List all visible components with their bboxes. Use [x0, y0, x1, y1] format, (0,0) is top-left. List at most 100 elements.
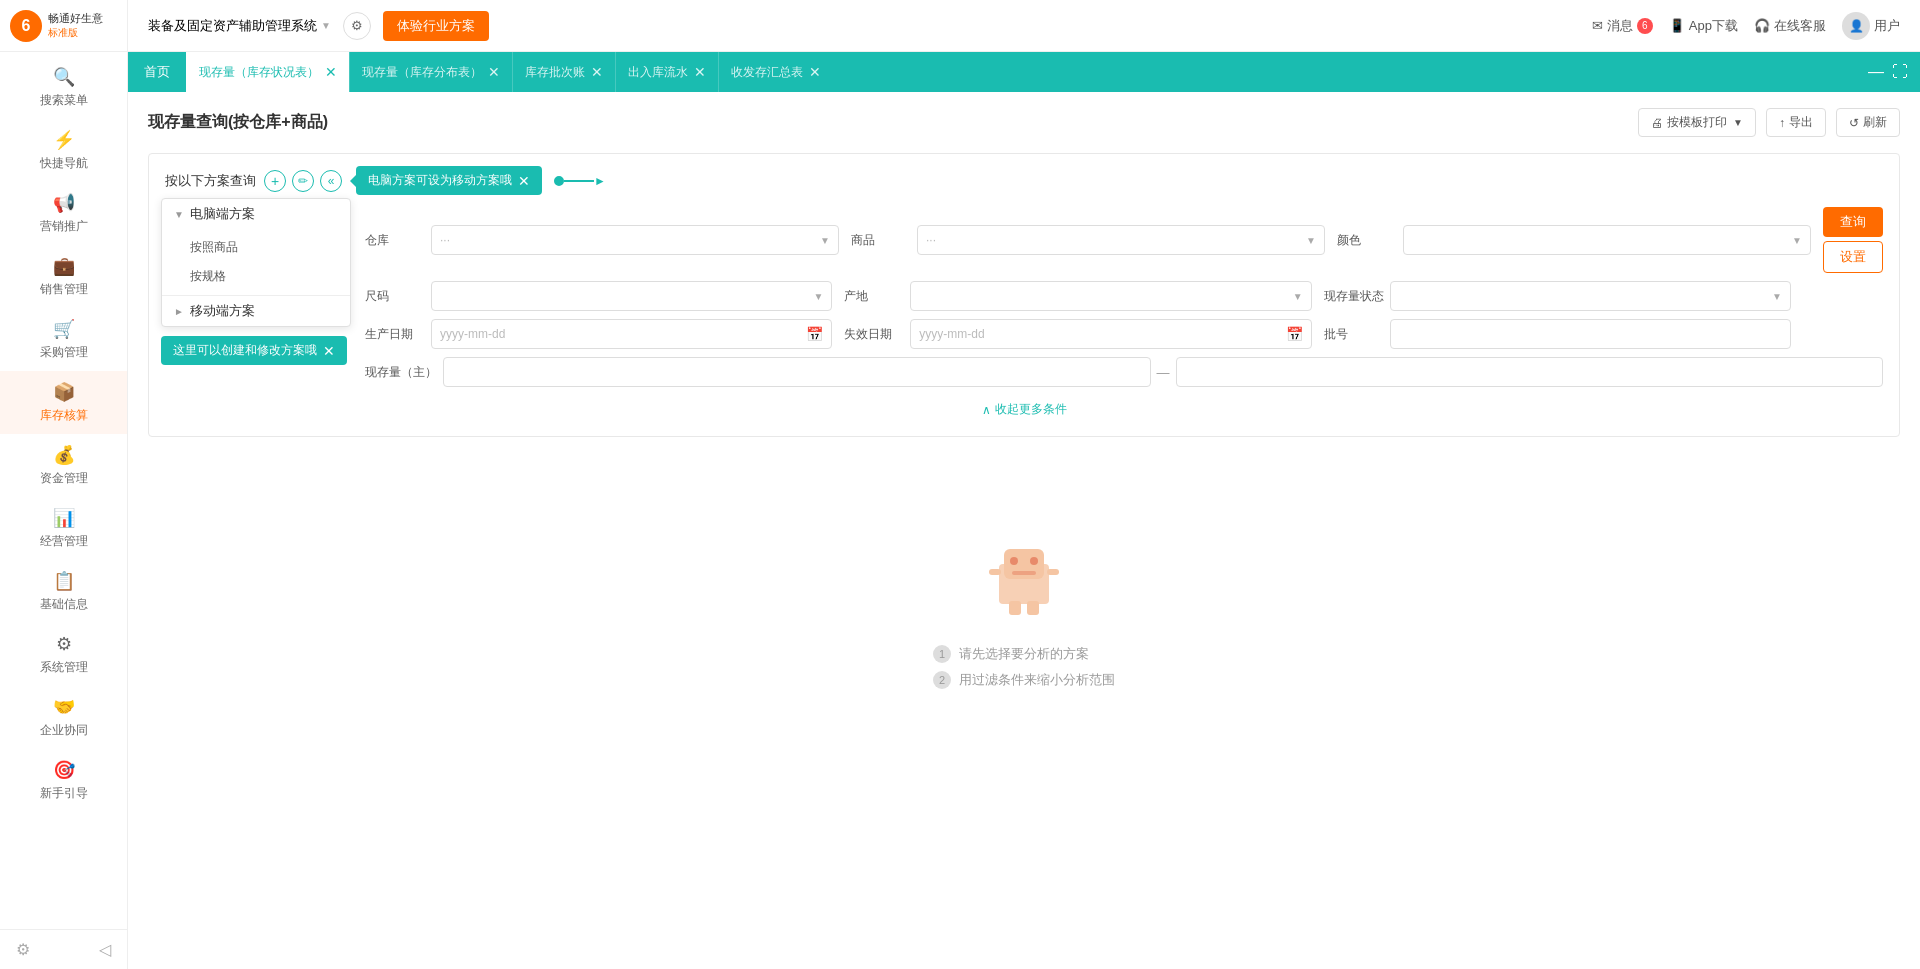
- tab-inventory-dist[interactable]: 现存量（库存分布表） ✕: [349, 52, 512, 92]
- filter-size: 尺码 ▼: [365, 281, 832, 311]
- filter-stock-range: 现存量（主） —: [365, 357, 1883, 387]
- tooltip-close-icon[interactable]: ✕: [518, 173, 530, 189]
- sidebar-item-marketing[interactable]: 📢营销推广: [0, 182, 127, 245]
- refresh-button[interactable]: ↺ 刷新: [1836, 108, 1900, 137]
- filter-actions: + ✏ «: [264, 170, 342, 192]
- online-service-button[interactable]: 🎧 在线客服: [1754, 17, 1826, 35]
- sidebar-item-purchase[interactable]: 🛒采购管理: [0, 308, 127, 371]
- sidebar-item-system[interactable]: ⚙系统管理: [0, 623, 127, 686]
- tab-close-icon-3[interactable]: ✕: [591, 64, 603, 80]
- line1: [564, 180, 594, 182]
- sidebar-purchase-icon: 🛒: [53, 318, 75, 340]
- export-icon: ↑: [1779, 116, 1785, 130]
- sidebar-system-icon: ⚙: [56, 633, 72, 655]
- color-select[interactable]: ▼: [1403, 225, 1811, 255]
- main-area: 装备及固定资产辅助管理系统 ▼ ⚙ 体验行业方案 ✉ 消息 6 📱 App下载 …: [128, 0, 1920, 969]
- goods-select[interactable]: ··· ▼: [917, 225, 1325, 255]
- collapse-conditions-button[interactable]: ∧ 收起更多条件: [165, 395, 1883, 424]
- scheme-item-1[interactable]: 按照商品: [162, 233, 350, 262]
- tip-num-2: 2: [933, 671, 951, 689]
- minimize-icon[interactable]: —: [1868, 63, 1884, 81]
- filter-goods: 商品 ··· ▼: [851, 225, 1325, 255]
- stock-to-input[interactable]: [1176, 357, 1884, 387]
- message-badge: 6: [1637, 18, 1653, 34]
- svg-rect-7: [1009, 601, 1021, 615]
- sidebar-item-basic[interactable]: 📋基础信息: [0, 560, 127, 623]
- settings-icon[interactable]: ⚙: [16, 940, 30, 959]
- add-scheme-button[interactable]: +: [264, 170, 286, 192]
- page-title-bar: 现存量查询(按仓库+商品) 🖨 按模板打印 ▼ ↑ 导出 ↺ 刷新: [148, 108, 1900, 137]
- message-button[interactable]: ✉ 消息 6: [1592, 17, 1653, 35]
- sidebar-item-finance[interactable]: 💰资金管理: [0, 434, 127, 497]
- tab-close-icon-5[interactable]: ✕: [809, 64, 821, 80]
- tab-home[interactable]: 首页: [128, 52, 186, 92]
- size-dropdown-icon: ▼: [813, 291, 823, 302]
- tab-batch[interactable]: 库存批次账 ✕: [512, 52, 615, 92]
- origin-select[interactable]: ▼: [910, 281, 1311, 311]
- sidebar-item-inventory[interactable]: 📦库存核算: [0, 371, 127, 434]
- calendar-icon-2: 📅: [1286, 326, 1303, 342]
- scheme-items-desktop: 按照商品 按规格: [162, 229, 350, 295]
- app-download-button[interactable]: 📱 App下载: [1669, 17, 1738, 35]
- empty-tips: 1 请先选择要分析的方案 2 用过滤条件来缩小分析范围: [933, 645, 1115, 689]
- tab-summary[interactable]: 收发存汇总表 ✕: [718, 52, 833, 92]
- sidebar-footer: ⚙ ◁: [0, 929, 127, 969]
- trial-button[interactable]: 体验行业方案: [383, 11, 489, 41]
- tab-close-icon[interactable]: ✕: [325, 64, 337, 80]
- reset-button[interactable]: 设置: [1823, 241, 1883, 273]
- sidebar-guide-icon: 🎯: [53, 759, 75, 781]
- dot-connector: ►: [554, 174, 606, 188]
- sidebar: 6 畅通好生意 标准版 🔍搜索菜单⚡快捷导航📢营销推广💼销售管理🛒采购管理📦库存…: [0, 0, 128, 969]
- sidebar-search-icon: 🔍: [53, 66, 75, 88]
- sidebar-operations-icon: 📊: [53, 507, 75, 529]
- filter-rows: 仓库 ··· ▼ 商品 ··· ▼ 颜色: [365, 207, 1883, 387]
- sidebar-item-sales[interactable]: 💼销售管理: [0, 245, 127, 308]
- sidebar-item-enterprise[interactable]: 🤝企业协同: [0, 686, 127, 749]
- stock-from-input[interactable]: [443, 357, 1151, 387]
- tab-close-icon-2[interactable]: ✕: [488, 64, 500, 80]
- search-button[interactable]: 查询: [1823, 207, 1883, 237]
- filter-row-1: 仓库 ··· ▼ 商品 ··· ▼ 颜色: [365, 207, 1883, 273]
- tab-inout[interactable]: 出入库流水 ✕: [615, 52, 718, 92]
- sidebar-item-guide[interactable]: 🎯新手引导: [0, 749, 127, 812]
- logo-icon: 6: [10, 10, 42, 42]
- svg-rect-5: [989, 569, 1001, 575]
- export-button[interactable]: ↑ 导出: [1766, 108, 1826, 137]
- tooltip2-close-icon[interactable]: ✕: [323, 343, 335, 359]
- sidebar-item-nav[interactable]: ⚡快捷导航: [0, 119, 127, 182]
- print-dropdown-icon: ▼: [1733, 117, 1743, 128]
- scheme-section-desktop[interactable]: ▼ 电脑端方案: [162, 199, 350, 229]
- tab-close-icon-4[interactable]: ✕: [694, 64, 706, 80]
- top-header: 装备及固定资产辅助管理系统 ▼ ⚙ 体验行业方案 ✉ 消息 6 📱 App下载 …: [128, 0, 1920, 52]
- dropdown-arrow-icon: ▼: [321, 20, 331, 31]
- status-dropdown-icon: ▼: [1772, 291, 1782, 302]
- svg-rect-8: [1027, 601, 1039, 615]
- size-select[interactable]: ▼: [431, 281, 832, 311]
- collapse-sidebar-icon[interactable]: ◁: [99, 940, 111, 959]
- print-icon: 🖨: [1651, 116, 1663, 130]
- sidebar-item-operations[interactable]: 📊经营管理: [0, 497, 127, 560]
- filter-header: 按以下方案查询 + ✏ « 电脑方案可设为移动方案哦 ✕: [165, 166, 1883, 195]
- mobile-icon: 📱: [1669, 18, 1685, 33]
- maximize-icon[interactable]: ⛶: [1892, 63, 1908, 81]
- scheme-item-2[interactable]: 按规格: [162, 262, 350, 291]
- empty-tip-2: 2 用过滤条件来缩小分析范围: [933, 671, 1115, 689]
- header-settings-button[interactable]: ⚙: [343, 12, 371, 40]
- sidebar-sales-icon: 💼: [53, 255, 75, 277]
- produce-date-input[interactable]: yyyy-mm-dd 📅: [431, 319, 832, 349]
- header-right: ✉ 消息 6 📱 App下载 🎧 在线客服 👤 用户: [1592, 12, 1900, 40]
- batch-input[interactable]: [1390, 319, 1791, 349]
- edit-scheme-button[interactable]: ✏: [292, 170, 314, 192]
- tab-inventory-status[interactable]: 现存量（库存状况表） ✕: [186, 52, 349, 92]
- sidebar-inventory-icon: 📦: [53, 381, 75, 403]
- prev-scheme-button[interactable]: «: [320, 170, 342, 192]
- sidebar-item-search[interactable]: 🔍搜索菜单: [0, 56, 127, 119]
- print-button[interactable]: 🖨 按模板打印 ▼: [1638, 108, 1756, 137]
- system-dropdown[interactable]: 装备及固定资产辅助管理系统 ▼: [148, 17, 331, 35]
- tabs-bar: 首页 现存量（库存状况表） ✕ 现存量（库存分布表） ✕ 库存批次账 ✕ 出入库…: [128, 52, 1920, 92]
- warehouse-select[interactable]: ··· ▼: [431, 225, 839, 255]
- scheme-section-mobile[interactable]: ► 移动端方案: [162, 295, 350, 326]
- user-area[interactable]: 👤 用户: [1842, 12, 1900, 40]
- expire-date-input[interactable]: yyyy-mm-dd 📅: [910, 319, 1311, 349]
- status-select[interactable]: ▼: [1390, 281, 1791, 311]
